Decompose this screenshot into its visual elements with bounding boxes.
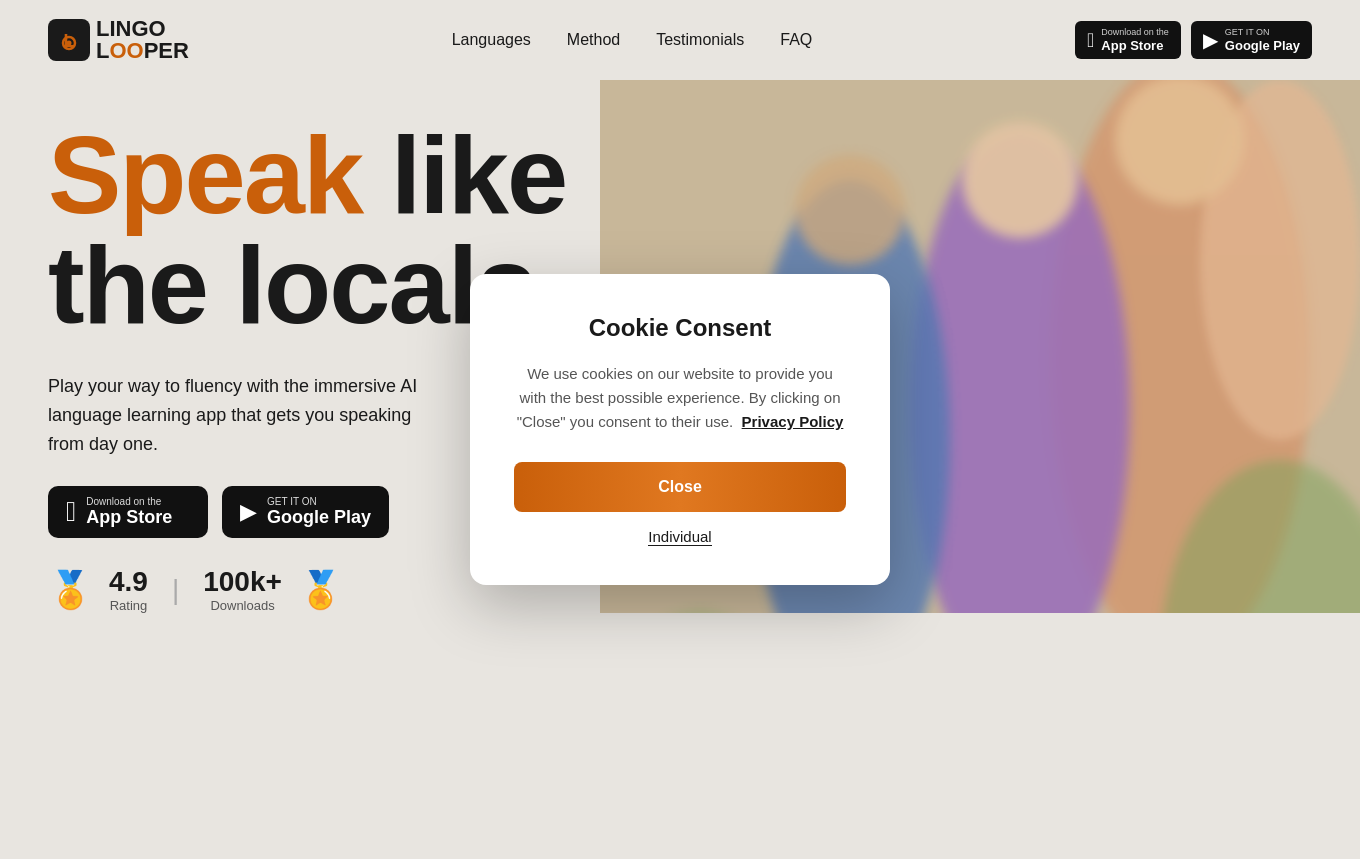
modal-backdrop: Cookie Consent We use cookies on our web… [0, 0, 1360, 859]
modal-close-button[interactable]: Close [514, 462, 846, 512]
modal-individual-text: Individual [648, 528, 711, 546]
modal-individual-link[interactable]: Individual [514, 528, 846, 545]
modal-body: We use cookies on our website to provide… [514, 362, 846, 434]
modal-title: Cookie Consent [514, 314, 846, 342]
privacy-policy-link[interactable]: Privacy Policy [742, 413, 844, 430]
cookie-consent-modal: Cookie Consent We use cookies on our web… [470, 274, 890, 585]
